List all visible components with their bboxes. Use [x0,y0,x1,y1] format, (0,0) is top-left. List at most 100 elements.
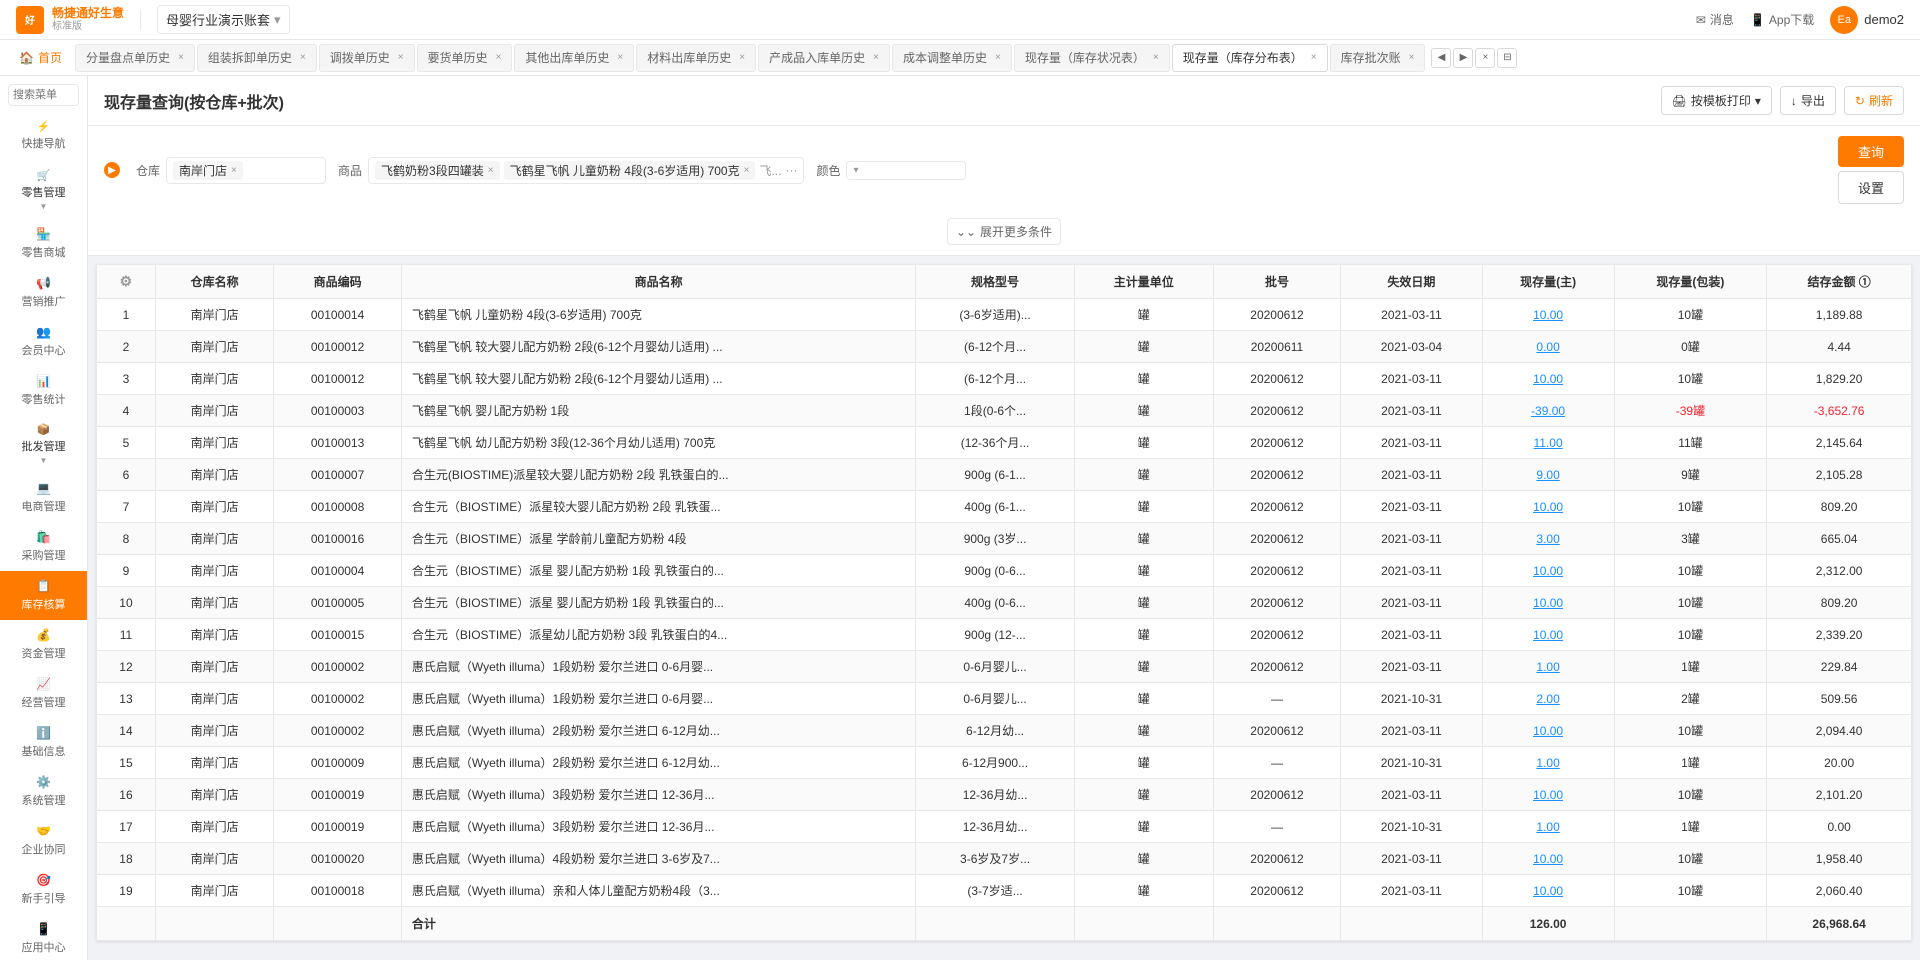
row-qty-main[interactable]: -39.00 [1482,395,1614,427]
close-icon[interactable]: × [496,52,502,63]
tab-cost-adjust[interactable]: 成本调整单历史 × [892,44,1012,72]
tab-home[interactable]: 🏠 首页 [8,44,73,72]
search-input[interactable] [8,84,79,106]
row-spec: 3-6岁及7岁... [916,843,1074,875]
template-print-btn[interactable]: 🖨 按模板打印 ▾ [1661,86,1772,115]
close-icon[interactable]: × [873,52,879,63]
tab-product-in[interactable]: 产成品入库单历史 × [758,44,890,72]
close-icon[interactable]: × [178,52,184,63]
tab-prev-btn[interactable]: ◀ [1431,48,1451,68]
row-qty-main[interactable]: 10.00 [1482,587,1614,619]
expand-conditions-btn[interactable]: ⌄⌄ 展开更多条件 [947,218,1061,245]
product-input[interactable]: 飞鹤奶粉3段四罐装 × 飞鹤星飞帆 儿童奶粉 4段(3-6岁适用) 700克 ×… [368,157,804,184]
sidebar-item-marketing[interactable]: 📢 营销推广 [0,268,87,317]
store-selector[interactable]: 母婴行业演示账套 ▾ [157,5,290,34]
query-btn[interactable]: 查询 [1838,136,1904,167]
row-qty-main[interactable]: 1.00 [1482,651,1614,683]
row-qty-main[interactable]: 10.00 [1482,491,1614,523]
sidebar-item-purchase[interactable]: 🛍️ 采购管理 [0,522,87,571]
total-label: 合计 [401,907,916,941]
row-qty-main[interactable]: 10.00 [1482,299,1614,331]
sidebar-item-finance[interactable]: 💰 资金管理 [0,620,87,669]
sidebar-item-operations[interactable]: 📈 经营管理 [0,669,87,718]
row-qty-main[interactable]: 11.00 [1482,427,1614,459]
ecommerce-icon: 💻 [36,481,51,495]
row-qty-main[interactable]: 3.00 [1482,523,1614,555]
product-tag-close-2[interactable]: × [744,165,750,176]
close-icon[interactable]: × [1153,52,1159,63]
product-ellipsis[interactable]: ··· [785,163,797,177]
tab-menu-btn[interactable]: ⊟ [1497,48,1517,68]
close-icon[interactable]: × [617,52,623,63]
main-layout: ⚡ 快捷导航 🛒 零售管理 ▼ 🏪 零售商城 📢 营销推广 👥 会员中心 📊 零… [0,76,1920,960]
tab-inventory-split[interactable]: 分量盘点单历史 × [75,44,195,72]
export-btn[interactable]: ↓ 导出 [1780,86,1836,115]
tab-inventory-status[interactable]: 现存量（库存状况表） × [1014,44,1170,72]
user-info[interactable]: Ea demo2 [1830,6,1904,34]
tab-require-order[interactable]: 要货单历史 × [417,44,513,72]
sidebar-item-app-center[interactable]: 📱 应用中心 [0,914,87,960]
col-spec: 规格型号 [916,265,1074,299]
row-expire: 2021-03-11 [1341,555,1482,587]
tab-close-all-btn[interactable]: × [1475,48,1495,68]
row-amount: 2,101.20 [1767,779,1912,811]
product-more[interactable]: 飞... [759,162,781,179]
settings-btn[interactable]: 设置 [1838,171,1904,204]
row-amount: 809.20 [1767,491,1912,523]
row-qty-main[interactable]: 10.00 [1482,363,1614,395]
row-qty-main[interactable]: 10.00 [1482,715,1614,747]
sidebar-item-wholesale[interactable]: 📦 批发管理 ▼ [0,415,87,473]
tab-batch-account[interactable]: 库存批次账 × [1330,44,1426,72]
sidebar-item-retail-mall[interactable]: 🏪 零售商城 [0,219,87,268]
color-input[interactable]: ▾ [846,161,966,180]
tab-mix-order[interactable]: 调拨单历史 × [319,44,415,72]
row-qty-main[interactable]: 10.00 [1482,843,1614,875]
product-tag-close-1[interactable]: × [488,165,494,176]
row-qty-main[interactable]: 10.00 [1482,779,1614,811]
tab-next-btn[interactable]: ▶ [1453,48,1473,68]
row-code: 00100003 [274,395,402,427]
row-qty-main[interactable]: 0.00 [1482,331,1614,363]
row-qty-main[interactable]: 1.00 [1482,811,1614,843]
close-icon[interactable]: × [739,52,745,63]
tab-disassemble[interactable]: 组装拆卸单历史 × [197,44,317,72]
app-download-btn[interactable]: 📱 App下载 [1750,11,1814,28]
sidebar-item-guide[interactable]: 🎯 新手引导 [0,865,87,914]
row-qty-main[interactable]: 10.00 [1482,619,1614,651]
message-btn[interactable]: ✉ 消息 [1696,11,1734,28]
filter-toggle-btn[interactable]: ▶ [104,162,120,178]
sidebar-item-member[interactable]: 👥 会员中心 [0,317,87,366]
close-icon[interactable]: × [1409,52,1415,63]
settings-icon[interactable]: ⚙ [120,273,133,289]
sidebar-item-retail[interactable]: 🛒 零售管理 ▼ [0,161,87,219]
sidebar-item-retail-stats[interactable]: 📊 零售统计 [0,366,87,415]
row-qty-main[interactable]: 10.00 [1482,555,1614,587]
tab-other-out[interactable]: 其他出库单历史 × [514,44,634,72]
close-icon[interactable]: × [995,52,1001,63]
product-tag-2: 飞鹤星飞帆 儿童奶粉 4段(3-6岁适用) 700克 × [504,161,756,180]
close-icon[interactable]: × [398,52,404,63]
sidebar-item-basics[interactable]: ℹ️ 基础信息 [0,718,87,767]
row-qty-main[interactable]: 10.00 [1482,875,1614,907]
app-download-label: App下载 [1769,11,1814,28]
refresh-btn[interactable]: ↻ 刷新 [1844,86,1904,115]
sidebar-item-collab[interactable]: 🤝 企业协同 [0,816,87,865]
sidebar-item-quick-nav[interactable]: ⚡ 快捷导航 [0,114,87,157]
close-icon[interactable]: × [300,52,306,63]
tab-inventory-dist[interactable]: 现存量（库存分布表） × [1172,44,1328,72]
close-icon[interactable]: × [1311,52,1317,63]
sidebar-item-system[interactable]: ⚙️ 系统管理 [0,767,87,816]
row-qty-main[interactable]: 2.00 [1482,683,1614,715]
row-code: 00100015 [274,619,402,651]
row-expire: 2021-03-11 [1341,587,1482,619]
row-expire: 2021-03-11 [1341,843,1482,875]
inventory-icon: 📋 [36,579,51,593]
tab-material-out[interactable]: 材料出库单历史 × [636,44,756,72]
row-qty-main[interactable]: 9.00 [1482,459,1614,491]
row-qty-main[interactable]: 1.00 [1482,747,1614,779]
warehouse-input[interactable]: 南岸门店 × [166,157,326,184]
warehouse-tag-close[interactable]: × [231,165,237,176]
table-container: ⚙ 仓库名称 商品编码 商品名称 规格型号 主计量单位 批号 失效日期 现存量(… [88,256,1920,960]
sidebar-item-inventory[interactable]: 📋 库存核算 [0,571,87,620]
sidebar-item-ecommerce[interactable]: 💻 电商管理 [0,473,87,522]
